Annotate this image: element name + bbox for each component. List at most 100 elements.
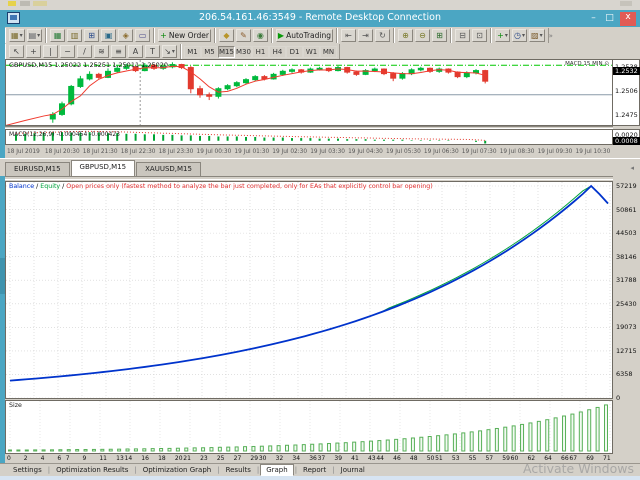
ohlc-header: GBPUSD,M15 1.25022 1.25251 1.25011 1.250… xyxy=(9,61,169,69)
minimize-button[interactable]: – xyxy=(587,13,600,25)
periods-icon[interactable]: ◷ ▾ xyxy=(512,29,528,42)
chart-style-icon[interactable]: ✎ xyxy=(235,29,251,42)
size-xtick: 43 xyxy=(367,455,376,462)
tester-splitter[interactable] xyxy=(5,176,613,180)
label-tool[interactable]: T xyxy=(145,45,160,58)
shapes-tool[interactable]: ↘ ▾ xyxy=(162,45,177,58)
chart-tab-gbpusd-m15[interactable]: GBPUSD,M15 xyxy=(70,160,136,176)
autotrading-button: ▶ xyxy=(277,30,285,40)
legend-note: Open prices only (fastest method to anal… xyxy=(66,183,433,190)
host-fragment xyxy=(20,1,30,6)
chart-tab-eurusd-m15[interactable]: EURUSD,M15 xyxy=(5,162,70,176)
navigator-icon[interactable]: ◈ xyxy=(118,29,134,42)
community-icon[interactable]: ◉ xyxy=(252,29,268,42)
hline-tool[interactable]: − xyxy=(60,45,75,58)
crosshair-tool[interactable]: + xyxy=(26,45,41,58)
chart-tab-xauusd-m15[interactable]: XAUUSD,M15 xyxy=(136,162,201,176)
window-layout-icon[interactable]: ▤ ▾ xyxy=(26,29,43,42)
trendline-tool: / xyxy=(83,46,86,56)
timeframe-m30[interactable]: M30 xyxy=(235,45,252,58)
chart-shift-icon[interactable]: ⇤ xyxy=(341,29,357,42)
price-chart-pane[interactable]: GBPUSD,M15 1.25022 1.25251 1.25011 1.250… xyxy=(5,59,613,126)
tab-divider: | xyxy=(294,466,298,474)
templates-icon[interactable]: ▨ ▾ xyxy=(529,29,545,42)
size-xtick: 32 xyxy=(275,455,284,462)
scroll-end-icon[interactable]: ↻ xyxy=(375,29,391,42)
data-window-icon[interactable]: ▣ xyxy=(101,29,117,42)
timeframe-d1[interactable]: D1 xyxy=(286,45,303,58)
profiles-icon[interactable]: ▥ xyxy=(67,29,83,42)
timeframe-h4[interactable]: H4 xyxy=(269,45,286,58)
arrange-icon[interactable]: ⊡ xyxy=(472,29,488,42)
toolbar-group: ⊕ ⊖ ⊞ xyxy=(394,28,452,43)
timeframe-h1[interactable]: H1 xyxy=(252,45,269,58)
hline-tool: − xyxy=(64,46,71,56)
macd-pane[interactable]: MACD(12,26,9) -0.000454 -0.000423 xyxy=(5,129,613,145)
toolbar-group: ▦ ▥ ⊞ ▣ ◈ ▭ xyxy=(46,28,155,43)
chart-shift-icon: ⇤ xyxy=(345,30,352,40)
tile-windows-icon[interactable]: ⊞ xyxy=(432,29,448,42)
cursor-tool[interactable]: ↖ xyxy=(9,45,24,58)
market-watch-icon[interactable]: ⊞ xyxy=(84,29,100,42)
maximize-button[interactable]: □ xyxy=(603,13,616,25)
tester-tab-results[interactable]: Results xyxy=(221,465,256,475)
channel-tool[interactable]: ≡ xyxy=(111,45,126,58)
time-label: 18 Jul 20:30 xyxy=(44,149,80,155)
time-label: 19 Jul 10:30 xyxy=(575,149,611,155)
timeframe-m5[interactable]: M5 xyxy=(201,45,218,58)
tester-tab-optimization-graph[interactable]: Optimization Graph xyxy=(138,465,216,475)
macd-scale: 0.0020 0.0008 xyxy=(613,129,640,145)
timeframe-w1[interactable]: W1 xyxy=(303,45,320,58)
cascade-icon[interactable]: ⊟ xyxy=(455,29,471,42)
indicators-icon[interactable]: + ▾ xyxy=(495,29,511,42)
tester-tab-journal[interactable]: Journal xyxy=(336,465,370,475)
fibo-tool[interactable]: ≋ xyxy=(94,45,109,58)
dropdown-arrow-icon[interactable]: ▾ xyxy=(37,30,40,42)
tester-tab-graph[interactable]: Graph xyxy=(260,464,294,476)
indicator-badge-icon[interactable]: ⊙ xyxy=(604,61,609,67)
tab-scroll-left-icon[interactable]: ◂ xyxy=(630,164,634,172)
graph-ytick: 38146 xyxy=(616,252,637,261)
metaeditor-icon[interactable]: ◆ xyxy=(218,29,234,42)
tester-tab-settings[interactable]: Settings xyxy=(8,465,47,475)
autotrading-button[interactable]: ▶ AutoTrading xyxy=(275,29,334,42)
graph-ytick: 12715 xyxy=(616,346,637,355)
timeframe-mn[interactable]: MN xyxy=(320,45,337,58)
chart-type-icon[interactable]: ▦ ▾ xyxy=(9,29,25,42)
trendline-tool[interactable]: / xyxy=(77,45,92,58)
zoom-out-icon[interactable]: ⊖ xyxy=(415,29,431,42)
close-button[interactable]: x xyxy=(620,12,636,26)
terminal-icon[interactable]: ▭ xyxy=(135,29,151,42)
zoom-in-icon[interactable]: ⊕ xyxy=(398,29,414,42)
tester-tab-report[interactable]: Report xyxy=(298,465,331,475)
dropdown-arrow-icon[interactable]: ▾ xyxy=(540,30,543,42)
chart-style-icon: ✎ xyxy=(240,30,247,40)
drawing-tools-group: ↖ + | − / ≋ ≡ A T ↘ ▾ xyxy=(5,44,181,59)
dropdown-arrow-icon[interactable]: ▾ xyxy=(172,46,175,58)
size-xtick: 9 xyxy=(82,455,87,462)
vline-tool[interactable]: | xyxy=(43,45,58,58)
auto-scroll-icon[interactable]: ⇥ xyxy=(358,29,374,42)
graph-ytick: 57219 xyxy=(616,182,637,190)
size-pane[interactable]: Size xyxy=(5,400,613,454)
zoom-in-icon: ⊕ xyxy=(402,30,409,40)
dropdown-arrow-icon[interactable]: ▾ xyxy=(505,30,508,42)
dropdown-arrow-icon[interactable]: ▾ xyxy=(522,30,525,42)
tester-graph-pane[interactable]: Balance / Equity / Open prices only (fas… xyxy=(5,181,613,399)
new-order-button[interactable]: + New Order xyxy=(158,29,211,42)
size-xtick: 14 xyxy=(124,455,133,462)
text-tool[interactable]: A xyxy=(128,45,143,58)
timeframe-m1[interactable]: M1 xyxy=(184,45,201,58)
timeframe-m15[interactable]: M15 xyxy=(218,45,235,58)
community-icon: ◉ xyxy=(256,30,264,40)
time-label: 19 Jul 01:30 xyxy=(234,149,270,155)
toolbar-group: ⇤ ⇥ ↻ xyxy=(337,28,395,43)
host-desktop-strip xyxy=(0,0,640,10)
dropdown-arrow-icon[interactable]: ▾ xyxy=(20,30,23,42)
tester-graph-scale: 57219 50861 44503 38146 31788 25430 19073 12715… xyxy=(613,181,640,402)
toolbar-overflow-icon[interactable]: » xyxy=(549,32,553,40)
tester-tab-optimization-results[interactable]: Optimization Results xyxy=(51,465,133,475)
new-chart-icon[interactable]: ▦ xyxy=(50,29,66,42)
size-xtick: 37 xyxy=(317,455,326,462)
current-price-box: 1.2532 xyxy=(613,66,640,75)
